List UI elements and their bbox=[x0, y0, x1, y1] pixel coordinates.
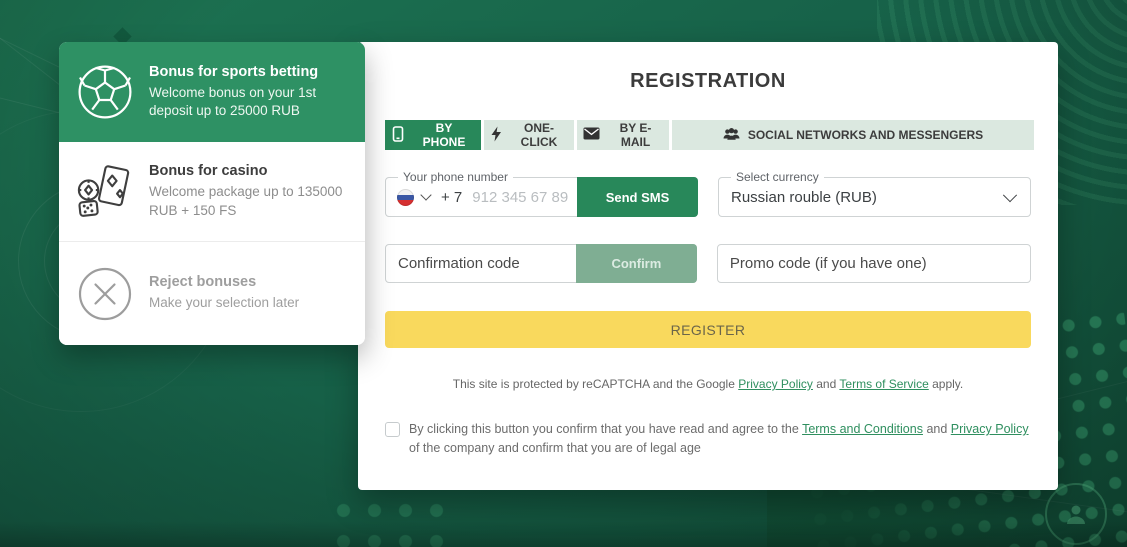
bonus-selector: Bonus for sports betting Welcome bonus o… bbox=[59, 42, 365, 345]
currency-selected-value: Russian rouble (RUB) bbox=[731, 189, 877, 206]
decor-bottom-shade bbox=[0, 521, 1127, 547]
page-background: Bonus for sports betting Welcome bonus o… bbox=[0, 0, 1127, 547]
chevron-down-icon bbox=[1003, 188, 1017, 202]
tab-social-networks[interactable]: SOCIAL NETWORKS AND MESSENGERS bbox=[672, 120, 1034, 150]
currency-select[interactable]: Select currency Russian rouble (RUB) bbox=[718, 177, 1031, 217]
phone-field-label: Your phone number bbox=[398, 170, 513, 185]
bonus-card-reject[interactable]: Reject bonuses Make your selection later bbox=[59, 241, 365, 345]
lightning-icon bbox=[490, 126, 502, 145]
bonus-card-text: Bonus for sports betting Welcome bonus o… bbox=[149, 64, 351, 120]
chevron-down-icon[interactable] bbox=[420, 189, 431, 200]
casino-icon bbox=[75, 163, 135, 221]
recaptcha-text: apply. bbox=[929, 377, 963, 391]
terms-text-part: and bbox=[923, 422, 951, 436]
currency-select-label: Select currency bbox=[731, 170, 824, 185]
tab-label: BY E-MAIL bbox=[608, 121, 663, 149]
tab-by-phone[interactable]: BY PHONE bbox=[385, 120, 481, 150]
reject-icon bbox=[75, 266, 135, 322]
terms-text: By clicking this button you confirm that… bbox=[409, 420, 1031, 459]
phone-field: Your phone number + 7 Send SMS bbox=[385, 177, 698, 217]
bonus-title: Reject bonuses bbox=[149, 274, 299, 290]
phone-icon bbox=[391, 126, 405, 145]
recaptcha-notice: This site is protected by reCAPTCHA and … bbox=[378, 377, 1038, 391]
confirm-button[interactable]: Confirm bbox=[576, 244, 697, 283]
bonus-card-text: Bonus for casino Welcome package up to 1… bbox=[149, 163, 351, 219]
bonus-subtitle: Welcome bonus on your 1st deposit up to … bbox=[149, 84, 351, 120]
bonus-subtitle: Make your selection later bbox=[149, 294, 299, 312]
people-icon bbox=[723, 127, 740, 144]
tab-label: ONE-CLICK bbox=[510, 121, 568, 149]
person-badge-icon bbox=[1045, 483, 1107, 545]
registration-panel: REGISTRATION BY PHONE ONE-CLICK bbox=[358, 42, 1058, 490]
bonus-card-text: Reject bonuses Make your selection later bbox=[149, 274, 299, 312]
bonus-title: Bonus for casino bbox=[149, 163, 351, 179]
phone-number-input[interactable] bbox=[470, 188, 571, 207]
russia-flag-icon[interactable] bbox=[397, 189, 414, 206]
recaptcha-text: This site is protected by reCAPTCHA and … bbox=[453, 377, 738, 391]
promo-code-field bbox=[717, 244, 1031, 283]
send-sms-button[interactable]: Send SMS bbox=[577, 177, 698, 217]
bonus-card-sports-betting[interactable]: Bonus for sports betting Welcome bonus o… bbox=[59, 42, 365, 142]
registration-tabs: BY PHONE ONE-CLICK BY E-MAIL bbox=[385, 120, 1034, 150]
terms-text-part: of the company and confirm that you are … bbox=[409, 441, 701, 455]
privacy-policy-link[interactable]: Privacy Policy bbox=[951, 422, 1029, 436]
terms-agreement: By clicking this button you confirm that… bbox=[385, 420, 1031, 459]
promo-code-input[interactable] bbox=[718, 244, 1030, 283]
decor-dot-grid-small bbox=[328, 495, 458, 547]
google-terms-of-service-link[interactable]: Terms of Service bbox=[839, 377, 928, 391]
confirmation-code-field: Confirm bbox=[385, 244, 697, 283]
tab-label: SOCIAL NETWORKS AND MESSENGERS bbox=[748, 128, 983, 142]
tab-one-click[interactable]: ONE-CLICK bbox=[484, 120, 574, 150]
register-button[interactable]: REGISTER bbox=[385, 311, 1031, 348]
bonus-subtitle: Welcome package up to 135000 RUB + 150 F… bbox=[149, 183, 351, 219]
terms-and-conditions-link[interactable]: Terms and Conditions bbox=[802, 422, 923, 436]
form-row-phone: Your phone number + 7 Send SMS Select cu… bbox=[385, 177, 1031, 217]
terms-text-part: By clicking this button you confirm that… bbox=[409, 422, 802, 436]
envelope-icon bbox=[583, 127, 600, 143]
google-privacy-policy-link[interactable]: Privacy Policy bbox=[738, 377, 813, 391]
bonus-card-casino[interactable]: Bonus for casino Welcome package up to 1… bbox=[59, 142, 365, 241]
dial-code: + 7 bbox=[441, 189, 462, 206]
bonus-title: Bonus for sports betting bbox=[149, 64, 351, 80]
terms-checkbox[interactable] bbox=[385, 422, 400, 437]
football-icon bbox=[75, 63, 135, 121]
page-title: REGISTRATION bbox=[358, 70, 1058, 93]
confirmation-code-input[interactable] bbox=[386, 244, 570, 283]
tab-by-email[interactable]: BY E-MAIL bbox=[577, 120, 669, 150]
form-row-codes: Confirm bbox=[385, 244, 1031, 283]
tab-label: BY PHONE bbox=[413, 121, 475, 149]
recaptcha-text: and bbox=[813, 377, 839, 391]
